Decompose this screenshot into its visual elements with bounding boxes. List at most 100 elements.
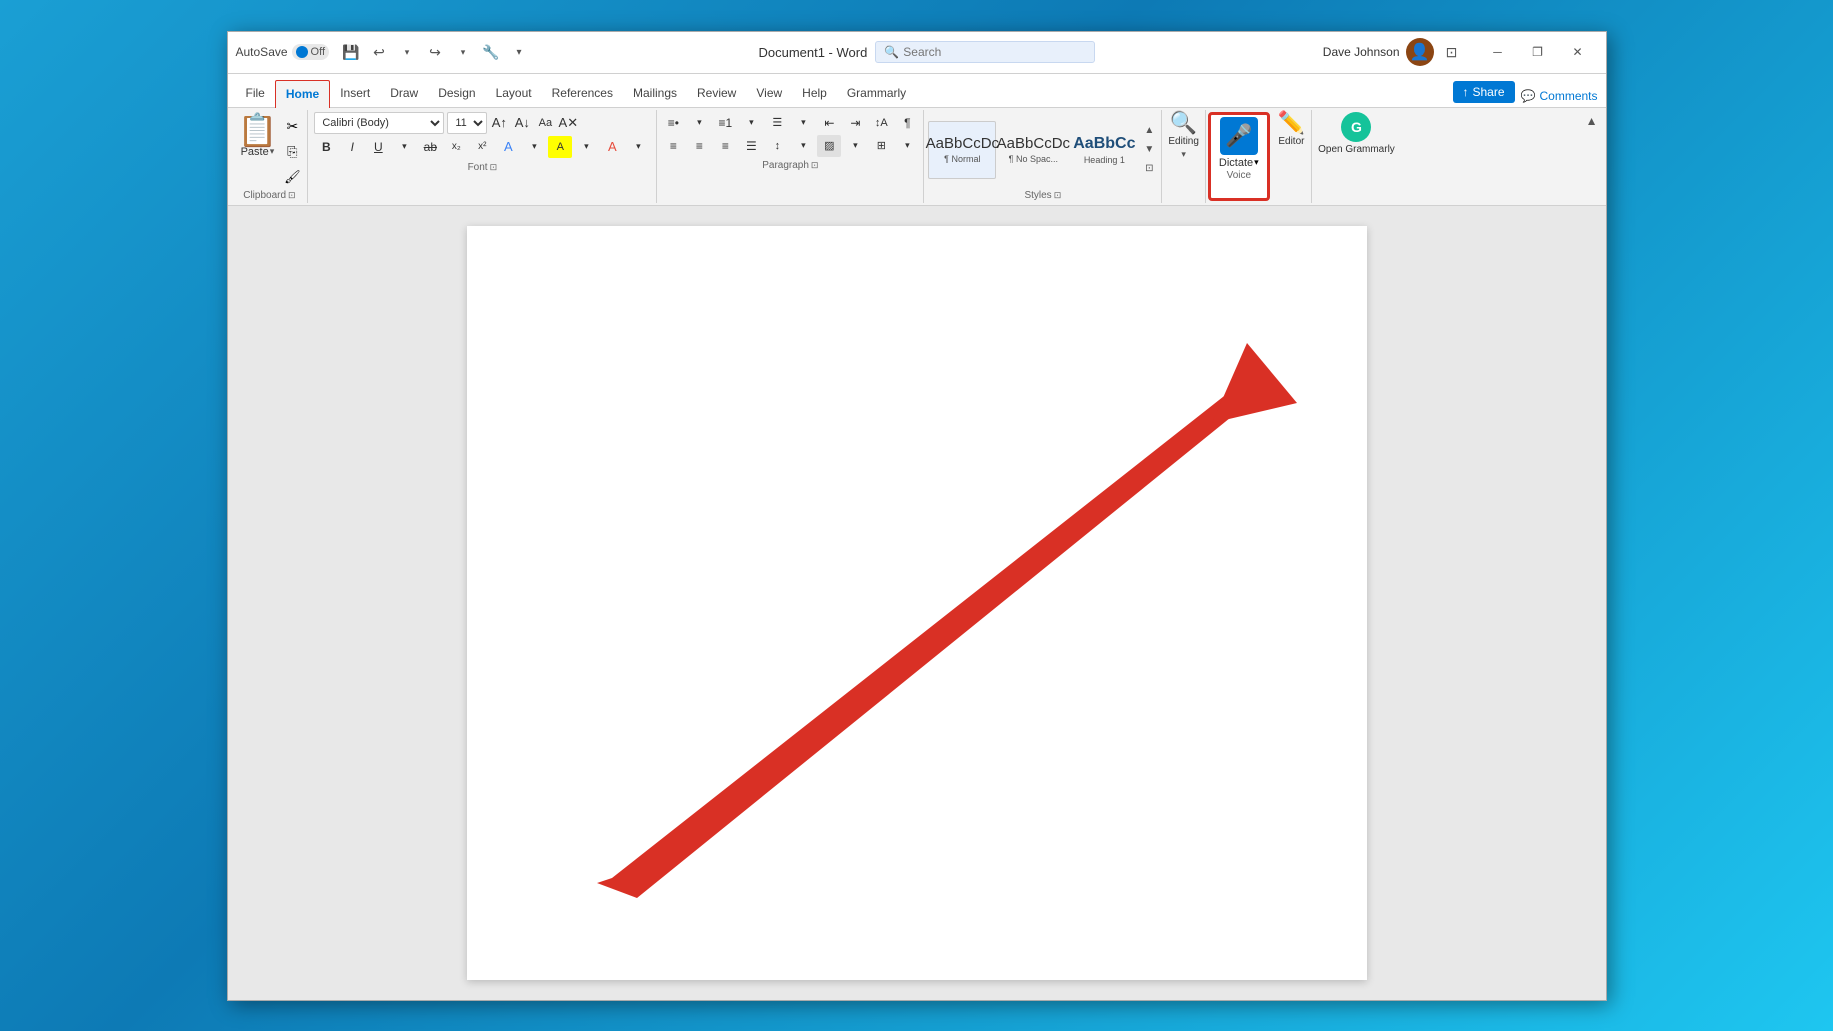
editing-dropdown[interactable]: ▾ (1181, 149, 1186, 160)
dictate-button[interactable]: 🎤 Dictate ▾ (1219, 117, 1259, 169)
shading-dropdown[interactable]: ▾ (843, 135, 867, 157)
more-icon[interactable]: ▾ (507, 40, 531, 64)
autosave-toggle[interactable]: Off (292, 44, 329, 60)
justify-button[interactable]: ☰ (739, 135, 763, 157)
styles-scroll-up[interactable]: ▲ (1141, 121, 1157, 139)
tab-review[interactable]: Review (687, 79, 746, 107)
restore-button[interactable]: ❐ (1518, 36, 1558, 68)
font-grow-button[interactable]: A↑ (488, 112, 510, 134)
highlight-dropdown[interactable]: ▾ (574, 136, 598, 158)
font-family-select[interactable]: Calibri (Body) (314, 112, 444, 134)
styles-group: AaBbCcDc ¶ Normal AaBbCcDc ¶ No Spac... … (924, 110, 1162, 203)
clipboard-expand-icon[interactable]: ⊡ (288, 190, 296, 201)
cut-button[interactable]: ✂ (281, 116, 303, 138)
style-heading1[interactable]: AaBbCc Heading 1 (1070, 121, 1138, 179)
multilevel-button[interactable]: ☰ (765, 112, 789, 134)
styles-scroll-down[interactable]: ▼ (1141, 140, 1157, 158)
styles-expand-icon[interactable]: ⊡ (1054, 190, 1062, 201)
close-button[interactable]: ✕ (1558, 36, 1598, 68)
search-input[interactable] (903, 45, 1083, 59)
voice-group: 🎤 Dictate ▾ Voice (1208, 112, 1270, 201)
show-formatting-button[interactable]: ¶ (895, 112, 919, 134)
bullets-button[interactable]: ≡• (661, 112, 685, 134)
borders-dropdown[interactable]: ▾ (895, 135, 919, 157)
tab-references[interactable]: References (542, 79, 623, 107)
redo-icon[interactable]: ↪ (423, 40, 447, 64)
font-shrink-button[interactable]: A↓ (511, 112, 533, 134)
numbering-button[interactable]: ≡1 (713, 112, 737, 134)
superscript-button[interactable]: x² (470, 136, 494, 158)
highlight-button[interactable]: A (548, 136, 572, 158)
copy-button[interactable]: ⎘ (281, 141, 303, 163)
clear-formatting-button[interactable]: A✕ (557, 112, 579, 134)
subscript-button[interactable]: x₂ (444, 136, 468, 158)
window-controls: ─ ❐ ✕ (1478, 36, 1598, 68)
paragraph-expand-icon[interactable]: ⊡ (811, 160, 819, 171)
customize-icon[interactable]: 🔧 (479, 40, 503, 64)
underline-button[interactable]: U (366, 136, 390, 158)
line-spacing-button[interactable]: ↕ (765, 135, 789, 157)
tab-grammarly[interactable]: Grammarly (837, 79, 916, 107)
style-no-spacing[interactable]: AaBbCcDc ¶ No Spac... (999, 121, 1067, 179)
italic-button[interactable]: I (340, 136, 364, 158)
search-box[interactable]: 🔍 (875, 41, 1095, 63)
tab-help[interactable]: Help (792, 79, 837, 107)
increase-indent-button[interactable]: ⇥ (843, 112, 867, 134)
numbering-dropdown[interactable]: ▾ (739, 112, 763, 134)
save-icon[interactable]: 💾 (339, 40, 363, 64)
paste-button[interactable]: 📋 Paste ▾ (236, 112, 280, 160)
redo-dropdown-icon[interactable]: ▾ (451, 40, 475, 64)
font-color-button[interactable]: A (600, 136, 624, 158)
strikethrough-button[interactable]: ab (418, 136, 442, 158)
formatting-row: B I U ▾ ab x₂ x² A ▾ A ▾ A ▾ (314, 136, 650, 158)
tab-draw[interactable]: Draw (380, 79, 428, 107)
font-color-dropdown[interactable]: ▾ (626, 136, 650, 158)
editing-group: 🔍 Editing ▾ (1162, 110, 1206, 203)
tab-design[interactable]: Design (428, 79, 485, 107)
borders-button[interactable]: ⊞ (869, 135, 893, 157)
multilevel-dropdown[interactable]: ▾ (791, 112, 815, 134)
tab-file[interactable]: File (236, 79, 275, 107)
open-grammarly-button[interactable]: G Open Grammarly (1318, 112, 1395, 155)
tab-mailings[interactable]: Mailings (623, 79, 687, 107)
editing-button[interactable]: 🔍 Editing ▾ (1168, 112, 1199, 160)
tab-home[interactable]: Home (275, 80, 330, 108)
bullets-dropdown[interactable]: ▾ (687, 112, 711, 134)
font-size-select[interactable]: 11 (447, 112, 487, 134)
bold-button[interactable]: B (314, 136, 338, 158)
text-effects-dropdown[interactable]: ▾ (522, 136, 546, 158)
editor-button[interactable]: ✏️ Editor (1278, 112, 1305, 147)
title-center: Document1 - Word 🔍 (537, 41, 1317, 63)
line-spacing-dropdown[interactable]: ▾ (791, 135, 815, 157)
comments-button[interactable]: 💬 Comments (1521, 89, 1598, 103)
dictate-dropdown-icon[interactable]: ▾ (1254, 157, 1259, 168)
restore-down-icon[interactable]: ⊡ (1440, 40, 1464, 64)
align-right-button[interactable]: ≡ (713, 135, 737, 157)
user-area: Dave Johnson 👤 ⊡ (1323, 38, 1464, 66)
editor-icon: ✏️ (1278, 112, 1305, 134)
undo-dropdown-icon[interactable]: ▾ (395, 40, 419, 64)
undo-icon[interactable]: ↩ (367, 40, 391, 64)
text-effects-button[interactable]: A (496, 136, 520, 158)
document-page[interactable] (467, 226, 1367, 980)
tab-layout[interactable]: Layout (486, 79, 542, 107)
shading-button[interactable]: ▨ (817, 135, 841, 157)
minimize-button[interactable]: ─ (1478, 36, 1518, 68)
share-button[interactable]: ↑ Share (1453, 81, 1515, 103)
align-left-button[interactable]: ≡ (661, 135, 685, 157)
change-case-button[interactable]: Aa (534, 112, 556, 134)
document-title: Document1 - Word (758, 45, 867, 60)
paste-dropdown[interactable]: ▾ (270, 146, 275, 157)
decrease-indent-button[interactable]: ⇤ (817, 112, 841, 134)
align-center-button[interactable]: ≡ (687, 135, 711, 157)
font-expand-icon[interactable]: ⊡ (490, 162, 498, 173)
styles-more[interactable]: ⊡ (1141, 160, 1157, 178)
tab-insert[interactable]: Insert (330, 79, 380, 107)
tab-view[interactable]: View (746, 79, 792, 107)
style-normal[interactable]: AaBbCcDc ¶ Normal (928, 121, 996, 179)
ribbon-collapse[interactable]: ▲ (1582, 110, 1602, 203)
format-painter-button[interactable]: 🖌 (281, 166, 303, 188)
autosave-area: AutoSave Off (236, 44, 330, 60)
underline-dropdown[interactable]: ▾ (392, 136, 416, 158)
sort-button[interactable]: ↕A (869, 112, 893, 134)
